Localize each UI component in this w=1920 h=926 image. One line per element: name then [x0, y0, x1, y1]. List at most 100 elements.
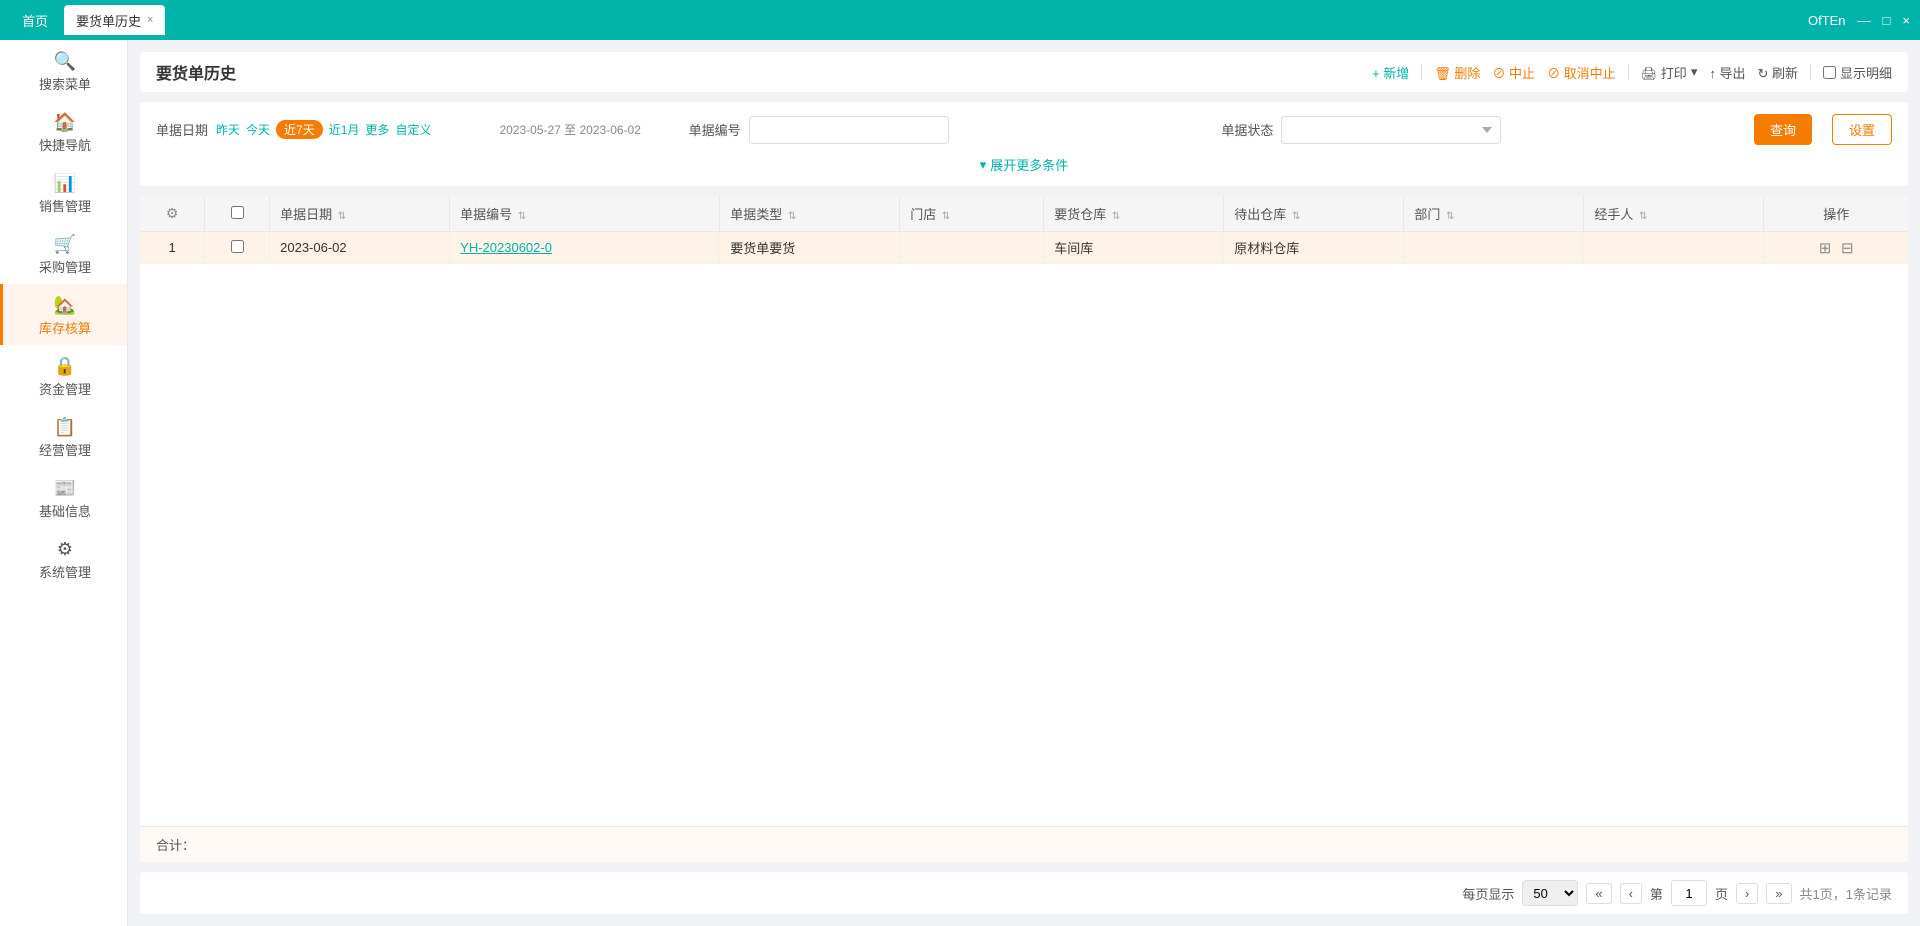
export-label: ↑ 导出 [1709, 63, 1745, 82]
sidebar-item-inventory-label: 库存核算 [39, 318, 91, 337]
refresh-button[interactable]: ↻ 刷新 [1757, 63, 1798, 82]
row-op-cell: ⊞ ⊟ [1764, 232, 1908, 264]
tab-home[interactable]: 首页 [10, 5, 60, 35]
basic-info-icon: 📰 [54, 479, 76, 497]
doc-link[interactable]: YH-20230602-0 [460, 240, 552, 255]
col-op-header: 操作 [1764, 196, 1908, 232]
shortcut-yesterday[interactable]: 昨天 [216, 121, 240, 138]
col-op-label: 操作 [1823, 207, 1849, 222]
last-page-btn[interactable]: » [1766, 883, 1791, 904]
shortcut-1month[interactable]: 近1月 [329, 121, 360, 138]
col-dept-sort-icon: ⇅ [1446, 211, 1454, 222]
col-dept-header[interactable]: 部门 ⇅ [1404, 196, 1584, 232]
gear-settings-icon[interactable]: ⚙ [166, 205, 179, 221]
select-all-checkbox[interactable] [231, 206, 244, 219]
sidebar-item-search-label: 搜索菜单 [39, 74, 91, 93]
doc-no-input[interactable] [749, 116, 949, 144]
shortcut-7days[interactable]: 近7天 [276, 120, 323, 139]
col-docno-label: 单据编号 [460, 207, 512, 222]
shortcut-today[interactable]: 今天 [246, 121, 270, 138]
per-page-label: 每页显示 [1462, 884, 1514, 903]
row-checkbox[interactable] [231, 240, 244, 253]
col-req-wh-header[interactable]: 要货仓库 ⇅ [1044, 196, 1224, 232]
expand-more-container: ▾ 展开更多条件 [156, 155, 1892, 174]
col-dest-wh-header[interactable]: 待出仓库 ⇅ [1224, 196, 1404, 232]
date-shortcuts: 昨天 今天 近7天 近1月 更多 自定义 [216, 120, 431, 139]
first-page-btn[interactable]: « [1586, 883, 1611, 904]
search-icon: 🔍 [54, 52, 76, 70]
doc-status-select[interactable] [1281, 116, 1501, 144]
row-date: 2023-06-02 [270, 232, 450, 264]
col-type-sort-icon: ⇅ [788, 211, 796, 222]
display-detail-toggle[interactable]: 显示明细 [1823, 63, 1892, 82]
query-button[interactable]: 查询 [1754, 114, 1812, 145]
row-dept [1404, 232, 1584, 264]
display-detail-checkbox-input[interactable] [1823, 66, 1836, 79]
print-button[interactable]: 🖨 打印 ▾ [1641, 63, 1698, 82]
expand-more-btn[interactable]: ▾ 展开更多条件 [980, 155, 1069, 174]
sidebar-item-system[interactable]: ⚙ 系统管理 [0, 528, 127, 589]
row-edit-icon[interactable]: ⊞ [1819, 240, 1832, 257]
delete-button[interactable]: 🗑 删除 [1434, 63, 1480, 82]
next-page-btn[interactable]: › [1736, 883, 1758, 904]
current-page-input[interactable] [1671, 880, 1707, 906]
print-dropdown-icon[interactable]: ▾ [1691, 64, 1698, 80]
sidebar-item-operations[interactable]: 📋 经营管理 [0, 406, 127, 467]
shortcut-more[interactable]: 更多 [365, 121, 389, 138]
sidebar-item-purchase[interactable]: 🛒 采购管理 [0, 223, 127, 284]
sidebar-item-finance[interactable]: 🔒 资金管理 [0, 345, 127, 406]
shortcut-custom[interactable]: 自定义 [395, 121, 431, 138]
col-date-sort-icon: ⇅ [338, 211, 346, 222]
expand-btn[interactable]: □ [1883, 13, 1891, 28]
minimize-btn[interactable]: — [1858, 13, 1871, 28]
display-detail-label: 显示明细 [1840, 63, 1892, 82]
sales-icon: 📊 [54, 174, 76, 192]
col-docno-sort-icon: ⇅ [518, 211, 526, 222]
new-label: + 新增 [1372, 63, 1409, 82]
col-date-header[interactable]: 单据日期 ⇅ [270, 196, 450, 232]
close-btn[interactable]: × [1902, 13, 1910, 28]
divider-2 [1628, 64, 1629, 80]
sidebar-item-inventory[interactable]: 🏡 库存核算 [0, 284, 127, 345]
expand-icon: ▾ [980, 157, 987, 173]
prev-page-btn[interactable]: ‹ [1620, 883, 1642, 904]
per-page-select[interactable]: 20 50 100 200 [1522, 880, 1578, 906]
cancel-stop-button[interactable]: ⊘ 取消中止 [1547, 63, 1616, 82]
col-type-header[interactable]: 单据类型 ⇅ [720, 196, 900, 232]
col-type-label: 单据类型 [730, 207, 782, 222]
table-row[interactable]: 1 2023-06-02 YH-20230602-0 要货单要货 车间库 [140, 232, 1908, 264]
col-date-label: 单据日期 [280, 207, 332, 222]
stop-button[interactable]: ⊘ 中止 [1492, 63, 1535, 82]
col-req-wh-label: 要货仓库 [1054, 207, 1106, 222]
sidebar-item-system-label: 系统管理 [39, 562, 91, 581]
divider-1 [1421, 64, 1422, 80]
col-dest-wh-label: 待出仓库 [1234, 207, 1286, 222]
cancel-stop-label: ⊘ 取消中止 [1547, 63, 1616, 82]
tab-requisition-history[interactable]: 要货单历史 × [64, 5, 165, 35]
tab-close-icon[interactable]: × [147, 14, 153, 26]
new-button[interactable]: + 新增 [1372, 63, 1409, 82]
col-docno-header[interactable]: 单据编号 ⇅ [450, 196, 720, 232]
delete-label: 🗑 删除 [1434, 63, 1480, 82]
finance-icon: 🔒 [54, 357, 76, 375]
row-num: 1 [140, 232, 205, 264]
expand-label: 展开更多条件 [990, 155, 1068, 174]
row-store [900, 232, 1044, 264]
col-store-header[interactable]: 门店 ⇅ [900, 196, 1044, 232]
col-handler-header[interactable]: 经手人 ⇅ [1584, 196, 1764, 232]
doc-status-label: 单据状态 [1221, 120, 1273, 139]
export-button[interactable]: ↑ 导出 [1709, 63, 1745, 82]
row-more-icon[interactable]: ⊟ [1841, 240, 1854, 257]
sidebar-item-basic-info[interactable]: 📰 基础信息 [0, 467, 127, 528]
sidebar-item-quicknav[interactable]: 🏠 快捷导航 [0, 101, 127, 162]
sidebar-item-basic-info-label: 基础信息 [39, 501, 91, 520]
doc-date-label: 单据日期 [156, 120, 208, 139]
sidebar-item-sales[interactable]: 📊 销售管理 [0, 162, 127, 223]
sidebar-item-search[interactable]: 🔍 搜索菜单 [0, 40, 127, 101]
sidebar: 🔍 搜索菜单 🏠 快捷导航 📊 销售管理 🛒 采购管理 🏡 库存核算 🔒 资金管… [0, 40, 128, 926]
settings-button[interactable]: 设置 [1832, 114, 1892, 145]
sidebar-item-quicknav-label: 快捷导航 [39, 135, 91, 154]
row-checkbox-cell [205, 232, 270, 264]
pagination: 每页显示 20 50 100 200 « ‹ 第 页 › » 共1页，1条记录 [140, 872, 1908, 914]
purchase-icon: 🛒 [54, 235, 76, 253]
